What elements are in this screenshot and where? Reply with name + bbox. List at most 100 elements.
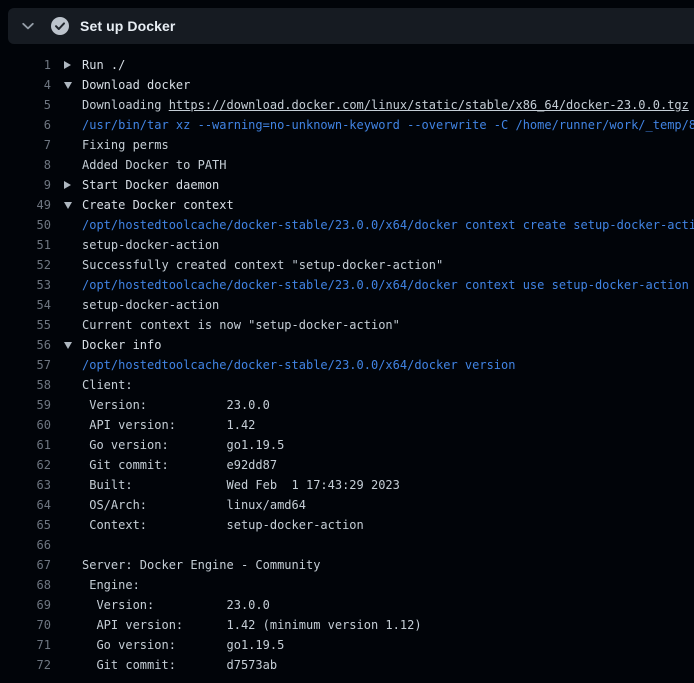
group-collapsed-triangle-icon[interactable]: [51, 181, 82, 189]
log-line: 57/opt/hostedtoolcache/docker-stable/23.…: [0, 355, 694, 375]
line-number[interactable]: 72: [0, 655, 51, 675]
line-number[interactable]: 67: [0, 555, 51, 575]
log-line: 61 Go version: go1.19.5: [0, 435, 694, 455]
log-text: Built: Wed Feb 1 17:43:29 2023: [82, 475, 694, 495]
log-group-header-line[interactable]: 1 Run ./: [0, 55, 694, 75]
triangle-glyph: [64, 181, 71, 189]
line-number[interactable]: 57: [0, 355, 51, 375]
triangle-glyph: [64, 82, 72, 89]
log-line: 67 Server: Docker Engine - Community: [0, 555, 694, 575]
log-text: Version: 23.0.0: [82, 395, 694, 415]
line-number[interactable]: 64: [0, 495, 51, 515]
line-number[interactable]: 69: [0, 595, 51, 615]
log-text-segment: setup-docker-action: [82, 298, 219, 312]
line-number[interactable]: 5: [0, 95, 51, 115]
log-text: Engine:: [82, 575, 694, 595]
line-number[interactable]: 58: [0, 375, 51, 395]
log-command-text: /opt/hostedtoolcache/docker-stable/23.0.…: [82, 278, 689, 292]
log-text: Added Docker to PATH: [82, 155, 694, 175]
line-number[interactable]: 63: [0, 475, 51, 495]
line-number[interactable]: 49: [0, 195, 51, 215]
line-number[interactable]: 6: [0, 115, 51, 135]
log-line: 62 Git commit: e92dd87: [0, 455, 694, 475]
line-number[interactable]: 51: [0, 235, 51, 255]
log-text: setup-docker-action: [82, 295, 694, 315]
log-text: Go version: go1.19.5: [82, 635, 694, 655]
log-line: 70 API version: 1.42 (minimum version 1.…: [0, 615, 694, 635]
line-number[interactable]: 8: [0, 155, 51, 175]
log-line: 59 Version: 23.0.0: [0, 395, 694, 415]
log-text-segment: Go version: go1.19.5: [82, 438, 284, 452]
group-expanded-triangle-icon[interactable]: [51, 82, 82, 89]
line-number[interactable]: 66: [0, 535, 51, 555]
log-text: Downloading https://download.docker.com/…: [82, 95, 694, 115]
log-text-segment: Engine:: [82, 578, 140, 592]
log-text: Client:: [82, 375, 694, 395]
log-group-header-line[interactable]: 49Create Docker context: [0, 195, 694, 215]
line-number[interactable]: 70: [0, 615, 51, 635]
line-number[interactable]: 52: [0, 255, 51, 275]
log-line: 7 Fixing perms: [0, 135, 694, 155]
log-text: /opt/hostedtoolcache/docker-stable/23.0.…: [82, 275, 694, 295]
line-number[interactable]: 56: [0, 335, 51, 355]
line-number[interactable]: 65: [0, 515, 51, 535]
log-text-segment: Current context is now "setup-docker-act…: [82, 318, 400, 332]
log-text: /usr/bin/tar xz --warning=no-unknown-key…: [82, 115, 694, 135]
log-text-segment: Server: Docker Engine - Community: [82, 558, 320, 572]
log-text: Start Docker daemon: [82, 175, 694, 195]
line-number[interactable]: 9: [0, 175, 51, 195]
log-url-link[interactable]: https://download.docker.com/linux/static…: [169, 98, 689, 112]
log-text: Fixing perms: [82, 135, 694, 155]
step-header[interactable]: Set up Docker: [8, 8, 694, 44]
log-line: 72 Git commit: d7573ab: [0, 655, 694, 675]
triangle-glyph: [64, 202, 72, 209]
log-text-segment: Context: setup-docker-action: [82, 518, 364, 532]
log-line: 63 Built: Wed Feb 1 17:43:29 2023: [0, 475, 694, 495]
line-number[interactable]: 61: [0, 435, 51, 455]
log-text: Successfully created context "setup-dock…: [82, 255, 694, 275]
log-line: 50/opt/hostedtoolcache/docker-stable/23.…: [0, 215, 694, 235]
log-text-segment: API version: 1.42: [82, 418, 255, 432]
line-number[interactable]: 59: [0, 395, 51, 415]
line-number[interactable]: 60: [0, 415, 51, 435]
line-number[interactable]: 55: [0, 315, 51, 335]
log-line: 51 setup-docker-action: [0, 235, 694, 255]
log-text-segment: Successfully created context "setup-dock…: [82, 258, 443, 272]
log-text: API version: 1.42 (minimum version 1.12): [82, 615, 694, 635]
log-text-segment: Git commit: e92dd87: [82, 458, 277, 472]
line-number[interactable]: 62: [0, 455, 51, 475]
log-body: 1 Run ./ 4 Download docker 5 Downloading http…: [0, 44, 694, 683]
line-number[interactable]: 68: [0, 575, 51, 595]
log-group-header-line[interactable]: 9 Start Docker daemon: [0, 175, 694, 195]
line-number[interactable]: 7: [0, 135, 51, 155]
log-text: /opt/hostedtoolcache/docker-stable/23.0.…: [82, 215, 694, 235]
chevron-down-icon[interactable]: [20, 18, 36, 34]
group-expanded-triangle-icon[interactable]: [51, 202, 82, 209]
log-text-segment: Git commit: d7573ab: [82, 658, 277, 672]
line-number[interactable]: 54: [0, 295, 51, 315]
line-number[interactable]: 50: [0, 215, 51, 235]
line-number[interactable]: 71: [0, 635, 51, 655]
step-title: Set up Docker: [80, 18, 175, 34]
log-text-segment: Built: Wed Feb 1 17:43:29 2023: [82, 478, 400, 492]
actions-log-viewer: Set up Docker 1 Run ./ 4 Download docker 5 Do…: [0, 0, 694, 683]
group-title-text: Download docker: [82, 78, 190, 92]
line-number[interactable]: 53: [0, 275, 51, 295]
log-group-header-line[interactable]: 4 Download docker: [0, 75, 694, 95]
group-collapsed-triangle-icon[interactable]: [51, 61, 82, 69]
log-line: 8 Added Docker to PATH: [0, 155, 694, 175]
log-line: 6/usr/bin/tar xz --warning=no-unknown-ke…: [0, 115, 694, 135]
log-line: 55 Current context is now "setup-docker-a…: [0, 315, 694, 335]
line-number[interactable]: 1: [0, 55, 51, 75]
group-title-text: Run ./: [82, 58, 125, 72]
log-text-segment: Client:: [82, 378, 133, 392]
log-text-segment: setup-docker-action: [82, 238, 219, 252]
log-line: 53/opt/hostedtoolcache/docker-stable/23.…: [0, 275, 694, 295]
group-expanded-triangle-icon[interactable]: [51, 342, 82, 349]
line-number[interactable]: 4: [0, 75, 51, 95]
log-text-segment: Added Docker to PATH: [82, 158, 227, 172]
log-text: Docker info: [82, 335, 694, 355]
log-text-segment: Version: 23.0.0: [82, 598, 270, 612]
log-group-header-line[interactable]: 56 Docker info: [0, 335, 694, 355]
log-text: Git commit: d7573ab: [82, 655, 694, 675]
